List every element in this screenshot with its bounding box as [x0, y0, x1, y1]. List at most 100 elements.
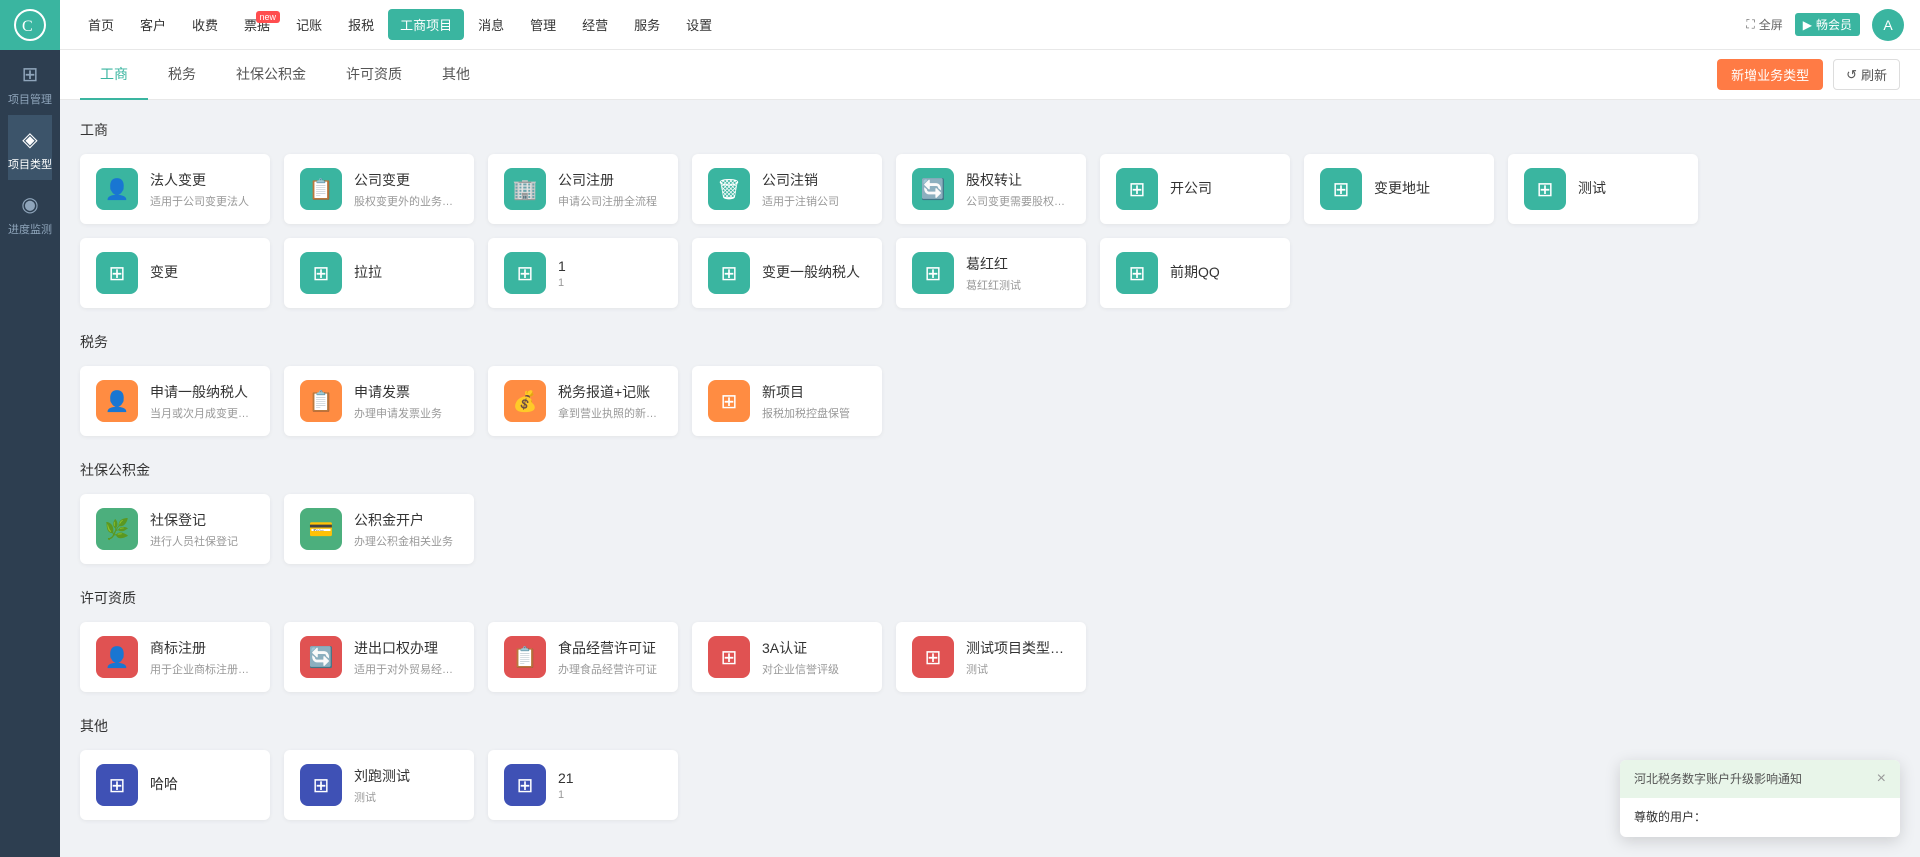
card-info-company-cancel: 公司注销适用于注销公司: [762, 170, 866, 209]
card-new-project[interactable]: ⊞ 新项目报税加税控盘保管: [692, 366, 882, 436]
card-change-taxpayer[interactable]: ⊞变更一般纳税人: [692, 238, 882, 308]
card-desc-apply-taxpayer: 当月或次月成变更完成: [150, 405, 254, 421]
card-fund-open[interactable]: 💳公积金开户办理公积金相关业务: [284, 494, 474, 564]
card-icon-test-type-def: ⊞: [912, 636, 954, 678]
card-social-register[interactable]: 🌿社保登记进行人员社保登记: [80, 494, 270, 564]
nav-item-customer[interactable]: 客户: [128, 9, 178, 40]
card-title-haha: 哈哈: [150, 774, 254, 794]
card-desc-ge-hong-hong: 葛红红测试: [966, 277, 1070, 293]
fullscreen-button[interactable]: ⛶ 全屏: [1746, 16, 1782, 33]
card-company-cancel[interactable]: 🗑 公司注销适用于注销公司: [692, 154, 882, 224]
subtab-license[interactable]: 许可资质: [326, 50, 422, 100]
card-title-liupao-test: 刘跑测试: [354, 766, 458, 786]
card-change1[interactable]: ⊞变更: [80, 238, 270, 308]
notif-close-button[interactable]: ×: [1877, 770, 1886, 788]
card-change-address[interactable]: ⊞ 变更地址: [1304, 154, 1494, 224]
sidebar-icon-project-mgmt: ⊞: [22, 62, 39, 87]
card-icon-legal-change: 👤: [96, 168, 138, 210]
card-desc-tax-report-accounting: 拿到营业执照的新公司: [558, 405, 662, 421]
topnav: 首页客户收费票据new记账报税工商项目消息管理经营服务设置 ⛶ 全屏 ▶ 畅会员…: [60, 0, 1920, 50]
nav-item-accounting[interactable]: 记账: [284, 9, 334, 40]
new-type-button[interactable]: 新增业务类型: [1717, 59, 1823, 90]
card-num21[interactable]: ⊞211: [488, 750, 678, 820]
card-icon-equity-transfer: 🔄: [912, 168, 954, 210]
card-icon-new-project: ⊞: [708, 380, 750, 422]
card-test1[interactable]: ⊞测试: [1508, 154, 1698, 224]
card-info-new-project: 新项目报税加税控盘保管: [762, 382, 866, 421]
nav-item-operation[interactable]: 经营: [570, 9, 620, 40]
card-lala[interactable]: ⊞拉拉: [284, 238, 474, 308]
card-liupao-test[interactable]: ⊞刘跑测试测试: [284, 750, 474, 820]
refresh-button[interactable]: ↺ 刷新: [1833, 59, 1900, 90]
fullscreen-label: 全屏: [1759, 16, 1783, 33]
card-info-social-register: 社保登记进行人员社保登记: [150, 510, 254, 549]
sidebar-icon-progress-monitor: ◉: [21, 192, 38, 217]
nav-item-business[interactable]: 工商项目: [388, 9, 464, 40]
nav-item-tax[interactable]: 报税: [336, 9, 386, 40]
card-test-type-def[interactable]: ⊞测试项目类型目定义测试: [896, 622, 1086, 692]
nav-item-invoice[interactable]: 票据new: [232, 9, 282, 40]
card-num1[interactable]: ⊞11: [488, 238, 678, 308]
card-food-permit[interactable]: 📋食品经营许可证办理食品经营许可证: [488, 622, 678, 692]
card-legal-change[interactable]: 👤 法人变更适用于公司变更法人: [80, 154, 270, 224]
card-icon-food-permit: 📋: [504, 636, 546, 678]
card-3a-cert[interactable]: ⊞3A认证对企业信誉评级: [692, 622, 882, 692]
card-tax-report-accounting[interactable]: 💰税务报道+记账拿到营业执照的新公司: [488, 366, 678, 436]
card-desc-company-change: 股权变更外的业务变更: [354, 193, 458, 209]
sidebar-item-project-type[interactable]: ◈项目类型: [8, 115, 52, 180]
card-title-open-company: 开公司: [1170, 178, 1274, 198]
subtab-social[interactable]: 社保公积金: [216, 50, 326, 100]
card-company-register[interactable]: 🏢公司注册申请公司注册全流程: [488, 154, 678, 224]
vip-button[interactable]: ▶ 畅会员: [1795, 13, 1860, 36]
subtab-other[interactable]: 其他: [422, 50, 490, 100]
card-title-qianqi-qq: 前期QQ: [1170, 262, 1274, 282]
card-title-fund-open: 公积金开户: [354, 510, 458, 530]
card-title-change-address: 变更地址: [1374, 178, 1478, 198]
avatar[interactable]: A: [1872, 9, 1904, 41]
cards-grid-license-section: 👤商标注册用于企业商标注册服务🔄进出口权办理适用于对外贸易经营者📋食品经营许可证…: [80, 622, 1900, 692]
sidebar-item-project-mgmt[interactable]: ⊞项目管理: [8, 50, 52, 115]
card-qianqi-qq[interactable]: ⊞ 前期QQ: [1100, 238, 1290, 308]
card-info-equity-transfer: 股权转让公司变更需要股权转让: [966, 170, 1070, 209]
card-icon-company-register: 🏢: [504, 168, 546, 210]
card-info-num1: 11: [558, 258, 662, 289]
subtabs-right: 新增业务类型 ↺ 刷新: [1717, 59, 1900, 90]
card-trademark[interactable]: 👤商标注册用于企业商标注册服务: [80, 622, 270, 692]
card-icon-test1: ⊞: [1524, 168, 1566, 210]
card-icon-qianqi-qq: ⊞: [1116, 252, 1158, 294]
card-title-change-taxpayer: 变更一般纳税人: [762, 262, 866, 282]
nav-item-manage[interactable]: 管理: [518, 9, 568, 40]
notif-header: 河北税务数字账户升级影响通知 ×: [1620, 760, 1900, 798]
card-company-change[interactable]: 📋公司变更股权变更外的业务变更: [284, 154, 474, 224]
card-icon-apply-taxpayer: 👤: [96, 380, 138, 422]
nav-item-collection[interactable]: 收费: [180, 9, 230, 40]
nav-item-settings[interactable]: 设置: [674, 9, 724, 40]
card-icon-3a-cert: ⊞: [708, 636, 750, 678]
card-desc-trademark: 用于企业商标注册服务: [150, 661, 254, 677]
logo: C: [0, 0, 60, 50]
card-open-company[interactable]: ⊞开公司: [1100, 154, 1290, 224]
topnav-right: ⛶ 全屏 ▶ 畅会员 A: [1746, 9, 1904, 41]
card-info-trademark: 商标注册用于企业商标注册服务: [150, 638, 254, 677]
section-title-other-section: 其他: [80, 716, 1900, 736]
card-apply-taxpayer[interactable]: 👤申请一般纳税人当月或次月成变更完成: [80, 366, 270, 436]
nav-item-home[interactable]: 首页: [76, 9, 126, 40]
card-ge-hong-hong[interactable]: ⊞葛红红葛红红测试: [896, 238, 1086, 308]
notif-body-text: 尊敬的用户：: [1634, 810, 1706, 824]
sidebar-item-progress-monitor[interactable]: ◉进度监测: [8, 180, 52, 245]
card-icon-change-address: ⊞: [1320, 168, 1362, 210]
card-import-export[interactable]: 🔄进出口权办理适用于对外贸易经营者: [284, 622, 474, 692]
nav-item-message[interactable]: 消息: [466, 9, 516, 40]
subtab-tax[interactable]: 税务: [148, 50, 216, 100]
subtab-business[interactable]: 工商: [80, 50, 148, 100]
nav-item-service[interactable]: 服务: [622, 9, 672, 40]
card-haha[interactable]: ⊞哈哈: [80, 750, 270, 820]
card-title-apply-invoice: 申请发票: [354, 382, 458, 402]
card-icon-apply-invoice: 📋: [300, 380, 342, 422]
card-title-test-type-def: 测试项目类型目定义: [966, 638, 1070, 658]
card-info-legal-change: 法人变更适用于公司变更法人: [150, 170, 254, 209]
card-desc-num1: 1: [558, 277, 662, 289]
card-equity-transfer[interactable]: 🔄 股权转让公司变更需要股权转让: [896, 154, 1086, 224]
card-apply-invoice[interactable]: 📋申请发票办理申请发票业务: [284, 366, 474, 436]
card-icon-company-cancel: 🗑: [708, 168, 750, 210]
